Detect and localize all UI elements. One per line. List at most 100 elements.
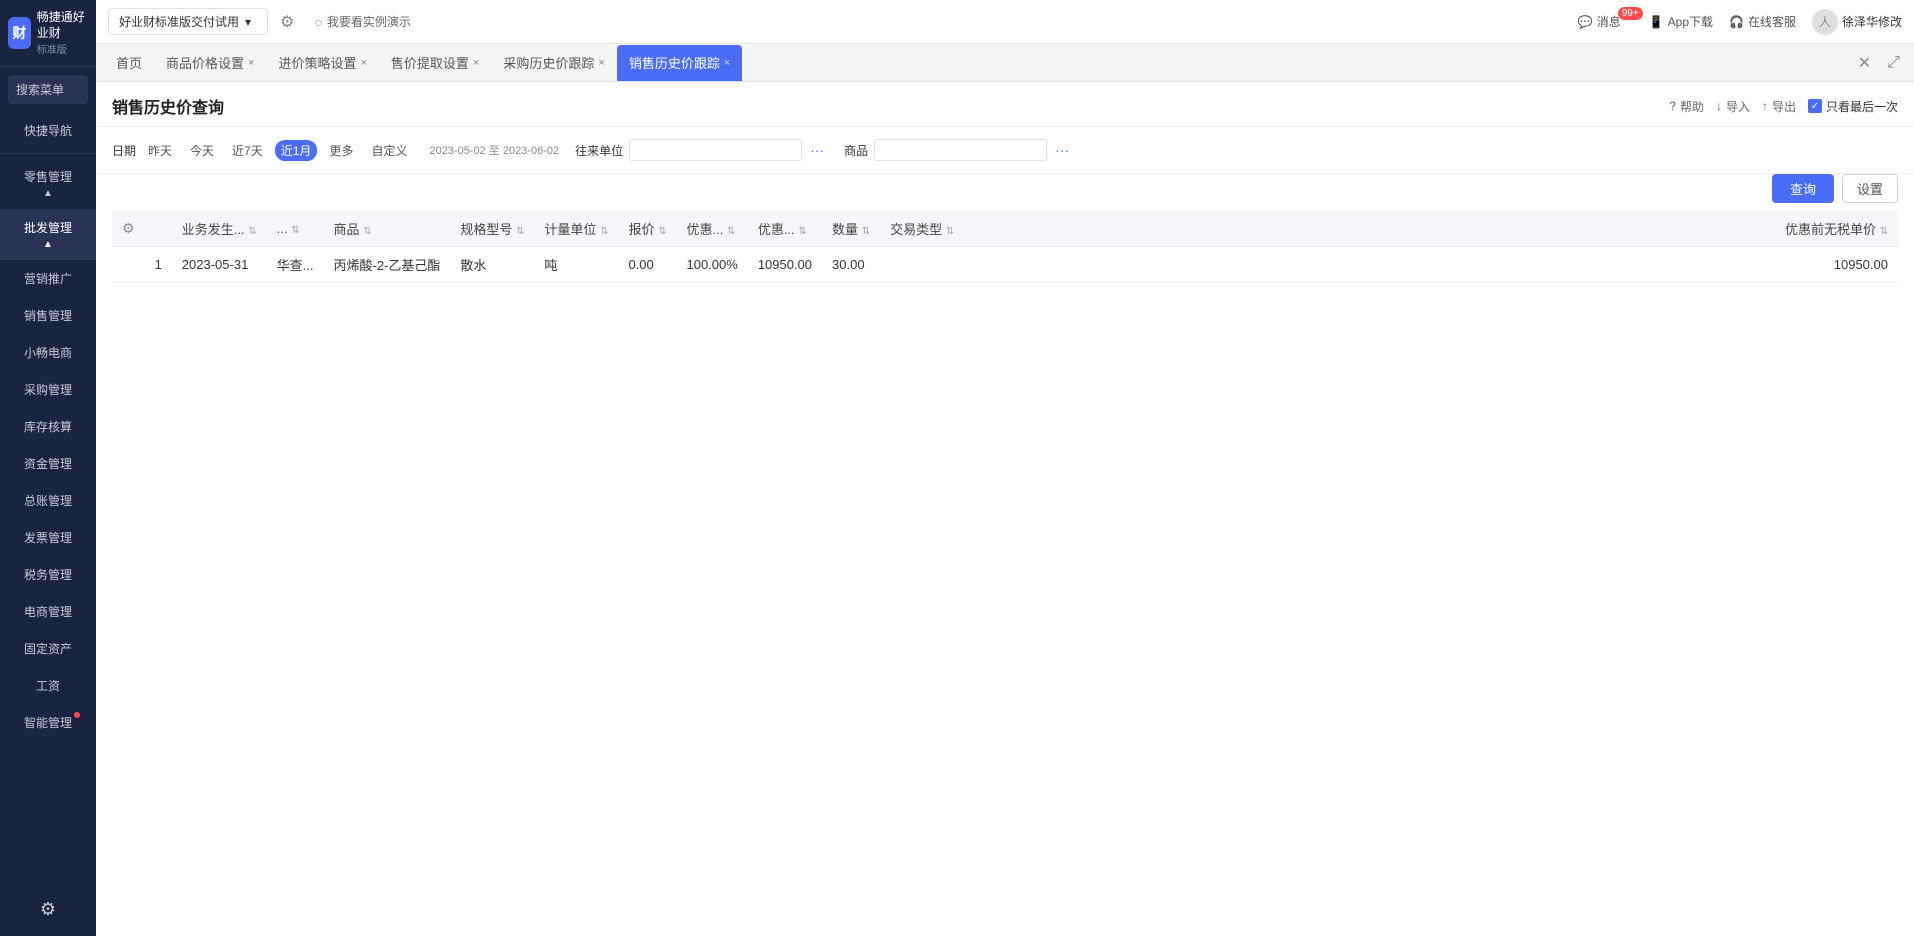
sidebar-item-smart[interactable]: 智能管理 bbox=[0, 704, 96, 741]
date-btn-today[interactable]: 今天 bbox=[184, 140, 220, 161]
user-menu-button[interactable]: 人 徐泽华修改 bbox=[1812, 9, 1902, 35]
sort-icon[interactable]: ⇅ bbox=[248, 226, 256, 237]
export-icon: ↑ bbox=[1762, 99, 1768, 113]
date-btn-custom[interactable]: 自定义 bbox=[365, 140, 413, 161]
partner-input[interactable] bbox=[629, 139, 802, 161]
app-download-button[interactable]: 📱 App下载 bbox=[1649, 13, 1713, 30]
sort-icon[interactable]: ⇅ bbox=[727, 226, 735, 237]
topbar-settings-button[interactable]: ⚙ bbox=[276, 8, 298, 36]
user-name: 徐泽华修改 bbox=[1842, 13, 1902, 30]
only-last-checkbox[interactable]: ✓ bbox=[1808, 99, 1822, 113]
sidebar-item-purchase[interactable]: 采购管理 bbox=[0, 371, 96, 408]
sort-icon[interactable]: ⇅ bbox=[1880, 226, 1888, 237]
page-actions: ? 帮助 ↓ 导入 ↑ 导出 ✓ 只看最后一次 bbox=[1669, 98, 1898, 115]
cell-product: 丙烯酸-2-乙基己酯 bbox=[324, 247, 451, 283]
tab-home[interactable]: 首页 bbox=[104, 45, 154, 81]
sidebar-settings-button[interactable]: ⚙ bbox=[8, 891, 88, 928]
sort-icon[interactable]: ⇅ bbox=[658, 226, 666, 237]
product-search-dots[interactable]: ··· bbox=[1051, 142, 1073, 158]
product-filter-group: 商品 ··· bbox=[844, 139, 1073, 161]
filter-area: 日期 昨天 今天 近7天 近1月 更多 自定义 2023-05-02 至 202… bbox=[96, 127, 1914, 174]
expand-icon: ▲ bbox=[43, 239, 53, 250]
tab-purchase-history[interactable]: 采购历史价跟踪 × bbox=[491, 45, 616, 81]
sidebar-item-label: 零售管理 bbox=[24, 168, 72, 185]
tab-label: 进价策略设置 bbox=[278, 53, 356, 72]
sort-icon[interactable]: ⇅ bbox=[600, 226, 608, 237]
cell-spec: 散水 bbox=[450, 247, 534, 283]
date-btn-more[interactable]: 更多 bbox=[323, 140, 359, 161]
sort-icon[interactable]: ⇅ bbox=[798, 226, 806, 237]
col-trade-type: 交易类型 ⇅ bbox=[880, 211, 964, 247]
page-header: 销售历史价查询 ? 帮助 ↓ 导入 ↑ 导出 ✓ 只看最后一次 bbox=[96, 82, 1914, 127]
avatar: 人 bbox=[1812, 9, 1838, 35]
workspace-dropdown[interactable]: 好业财标准版交付试用 ▾ bbox=[108, 8, 268, 35]
message-button[interactable]: 💬 消息 99+ bbox=[1578, 13, 1633, 30]
product-input[interactable] bbox=[874, 139, 1047, 161]
cell-index: 1 bbox=[145, 247, 172, 283]
date-filter-group: 日期 昨天 今天 近7天 近1月 更多 自定义 bbox=[112, 140, 413, 161]
import-button[interactable]: ↓ 导入 bbox=[1716, 98, 1750, 115]
col-label: 规格型号 bbox=[460, 222, 512, 237]
only-last-label: 只看最后一次 bbox=[1826, 98, 1898, 115]
online-service-button[interactable]: 🎧 在线客服 bbox=[1729, 13, 1796, 30]
sidebar-item-finance[interactable]: 资金管理 bbox=[0, 445, 96, 482]
sidebar-item-payroll[interactable]: 工资 bbox=[0, 667, 96, 704]
tab-sales-history[interactable]: 销售历史价跟踪 × bbox=[617, 45, 742, 81]
date-btn-last-month[interactable]: 近1月 bbox=[275, 140, 318, 161]
sidebar-item-ecommerce[interactable]: 电商管理 bbox=[0, 593, 96, 630]
query-area: 查询 设置 bbox=[96, 174, 1914, 211]
sort-icon[interactable]: ⇅ bbox=[862, 226, 870, 237]
gear-icon[interactable]: ⚙ bbox=[122, 220, 135, 236]
sidebar-item-label: 销售管理 bbox=[24, 307, 72, 324]
date-filter-label: 日期 bbox=[112, 142, 136, 159]
col-quantity: 数量 ⇅ bbox=[822, 211, 880, 247]
col-label: 优惠... bbox=[758, 222, 795, 237]
sidebar-item-label: 营销推广 bbox=[24, 270, 72, 287]
sidebar-item-marketing[interactable]: 营销推广 bbox=[0, 260, 96, 297]
sort-icon[interactable]: ⇅ bbox=[291, 225, 299, 236]
sidebar-item-sales[interactable]: 销售管理 bbox=[0, 297, 96, 334]
sidebar-item-inventory[interactable]: 库存核算 bbox=[0, 408, 96, 445]
query-button[interactable]: 查询 bbox=[1772, 174, 1834, 203]
col-unit: 计量单位 ⇅ bbox=[534, 211, 618, 247]
tab-close-icon[interactable]: × bbox=[360, 57, 366, 69]
export-button[interactable]: ↑ 导出 bbox=[1762, 98, 1796, 115]
cell-settings bbox=[112, 247, 145, 283]
product-input-wrap: ··· bbox=[874, 139, 1073, 161]
dropdown-chevron-icon: ▾ bbox=[245, 15, 251, 29]
sidebar-logo: 财 畅捷通好业财 标准版 bbox=[0, 0, 96, 67]
help-button[interactable]: ? 帮助 bbox=[1669, 98, 1704, 115]
only-last-toggle[interactable]: ✓ 只看最后一次 bbox=[1808, 98, 1898, 115]
sort-icon[interactable]: ⇅ bbox=[363, 226, 371, 237]
tab-price-extract[interactable]: 售价提取设置 × bbox=[379, 45, 491, 81]
sort-icon[interactable]: ⇅ bbox=[516, 226, 524, 237]
tab-close-icon[interactable]: × bbox=[598, 57, 604, 69]
col-spacer bbox=[964, 211, 1775, 247]
topbar-demo[interactable]: ○ 我要看实例演示 bbox=[314, 13, 410, 30]
search-menu-button[interactable]: 搜索菜单 bbox=[8, 75, 88, 104]
date-btn-yesterday[interactable]: 昨天 bbox=[142, 140, 178, 161]
close-tab-button[interactable]: ✕ bbox=[1852, 51, 1877, 75]
sidebar-item-general-ledger[interactable]: 总账管理 bbox=[0, 482, 96, 519]
sidebar-item-quick-nav[interactable]: 快捷导航 bbox=[0, 112, 96, 149]
tab-purchase-strategy[interactable]: 进价策略设置 × bbox=[266, 45, 378, 81]
date-btn-last7[interactable]: 近7天 bbox=[226, 140, 269, 161]
import-icon: ↓ bbox=[1716, 99, 1722, 113]
sidebar-item-ecommerce-small[interactable]: 小畅电商 bbox=[0, 334, 96, 371]
tab-label: 售价提取设置 bbox=[391, 53, 469, 72]
col-label: ... bbox=[277, 221, 288, 236]
tab-close-icon[interactable]: × bbox=[724, 57, 730, 69]
expand-tab-button[interactable]: ⤢ bbox=[1881, 52, 1906, 74]
sidebar-item-wholesale[interactable]: 批发管理 ▲ bbox=[0, 209, 96, 260]
tab-close-icon[interactable]: × bbox=[248, 57, 254, 69]
sidebar-item-fixed-assets[interactable]: 固定资产 bbox=[0, 630, 96, 667]
sidebar-item-invoice[interactable]: 发票管理 bbox=[0, 519, 96, 556]
partner-search-dots[interactable]: ··· bbox=[806, 142, 828, 158]
tab-product-price[interactable]: 商品价格设置 × bbox=[154, 45, 266, 81]
sidebar-item-tax[interactable]: 税务管理 bbox=[0, 556, 96, 593]
sidebar-item-retail[interactable]: 零售管理 ▲ bbox=[0, 158, 96, 209]
sort-icon[interactable]: ⇅ bbox=[946, 226, 954, 237]
smart-dot-badge bbox=[74, 712, 80, 718]
settings-button[interactable]: 设置 bbox=[1842, 174, 1898, 203]
tab-close-icon[interactable]: × bbox=[473, 57, 479, 69]
